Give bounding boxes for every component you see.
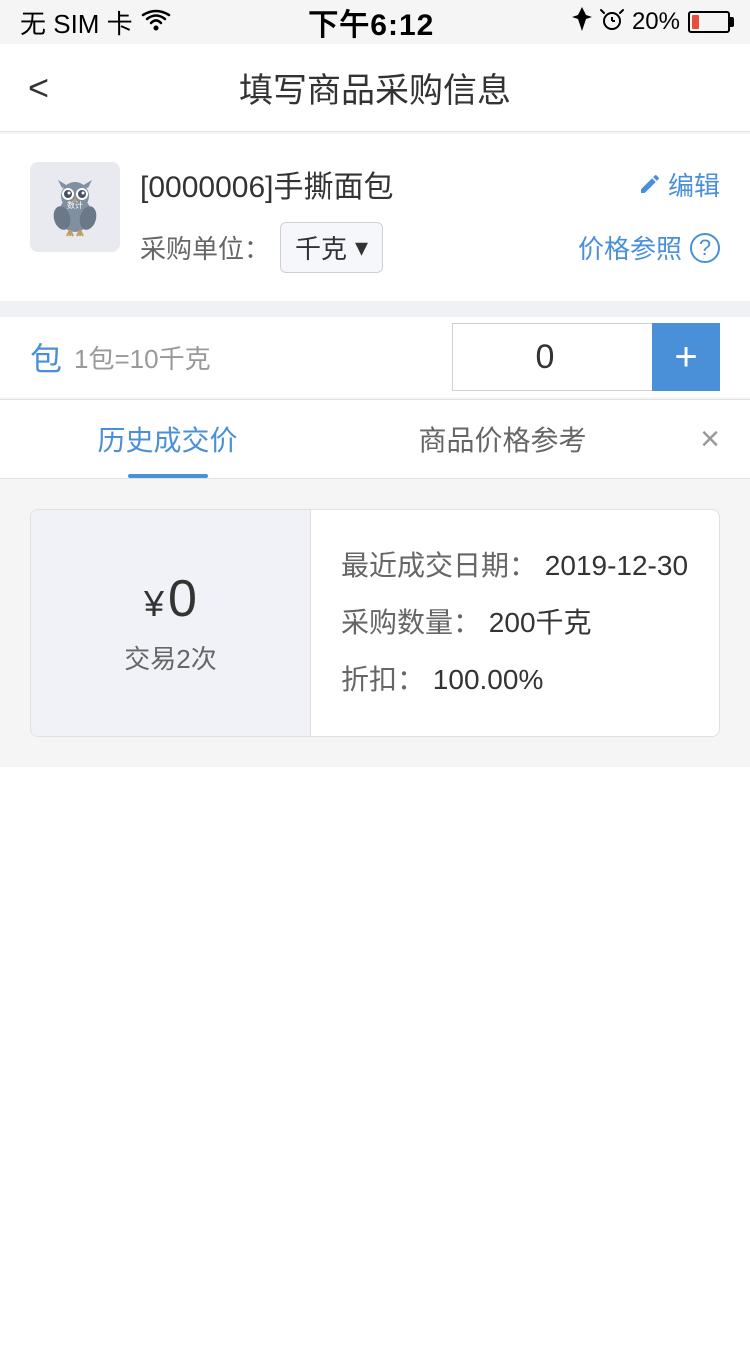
- edit-icon: [638, 172, 662, 196]
- status-right: 20%: [572, 7, 730, 38]
- product-info: [0000006]手撕面包 编辑 采购单位： 千克 ▾: [140, 162, 720, 273]
- quantity-label: 包 1包=10千克: [30, 334, 211, 380]
- unit-conversion: 1包=10千克: [74, 339, 211, 376]
- chevron-down-icon: ▾: [355, 232, 368, 263]
- back-button[interactable]: <: [28, 67, 49, 109]
- unit-select[interactable]: 千克 ▾: [280, 222, 383, 273]
- carrier-text: 无 SIM 卡: [20, 4, 133, 41]
- edit-button[interactable]: 编辑: [638, 166, 720, 203]
- status-time: 下午6:12: [308, 0, 434, 44]
- page-title: 填写商品采购信息: [239, 63, 511, 112]
- location-icon: [572, 7, 592, 38]
- unit-bao: 包: [30, 334, 62, 380]
- help-icon: ?: [690, 233, 720, 263]
- trade-price: ¥ 0: [144, 569, 197, 629]
- wifi-icon: [141, 7, 171, 38]
- trade-card: ¥ 0 交易2次 最近成交日期： 2019-12-30 采购数量： 200千克 …: [30, 509, 720, 737]
- quantity-plus-button[interactable]: +: [652, 323, 720, 391]
- tab-close-button[interactable]: ×: [670, 420, 750, 459]
- section-divider: [0, 301, 750, 317]
- alarm-icon: [600, 7, 624, 38]
- quantity-row: 包 1包=10千克 +: [0, 317, 750, 397]
- product-thumbnail: 数计: [30, 162, 120, 252]
- battery-percent: 20%: [632, 8, 680, 36]
- product-name: [0000006]手撕面包: [140, 162, 393, 206]
- quantity-input[interactable]: [452, 323, 652, 391]
- history-content: ¥ 0 交易2次 最近成交日期： 2019-12-30 采购数量： 200千克 …: [0, 479, 750, 767]
- quantity-control: +: [452, 323, 720, 391]
- product-logo: 数计: [40, 172, 110, 242]
- recent-date-row: 最近成交日期： 2019-12-30: [341, 546, 689, 585]
- product-card: 数计 [0000006]手撕面包 编辑 采购单位： 千克: [0, 134, 750, 301]
- discount-row: 折扣： 100.00%: [341, 660, 689, 699]
- svg-text:数计: 数计: [67, 200, 83, 210]
- trade-count: 交易2次: [124, 639, 216, 676]
- status-left: 无 SIM 卡: [20, 4, 171, 41]
- status-bar: 无 SIM 卡 下午6:12 20: [0, 0, 750, 44]
- trade-summary: ¥ 0 交易2次: [31, 510, 311, 736]
- nav-bar: < 填写商品采购信息: [0, 44, 750, 132]
- bottom-area: [0, 767, 750, 1367]
- purchase-unit-label: 采购单位：: [140, 229, 270, 266]
- trade-details: 最近成交日期： 2019-12-30 采购数量： 200千克 折扣： 100.0…: [311, 510, 719, 736]
- tab-bar: 历史成交价 商品价格参考 ×: [0, 399, 750, 479]
- battery-icon: [688, 11, 730, 33]
- price-ref-button[interactable]: 价格参照 ?: [578, 229, 720, 266]
- tab-history-price[interactable]: 历史成交价: [0, 400, 335, 478]
- purchase-qty-row: 采购数量： 200千克: [341, 603, 689, 642]
- tab-price-reference[interactable]: 商品价格参考: [335, 400, 670, 478]
